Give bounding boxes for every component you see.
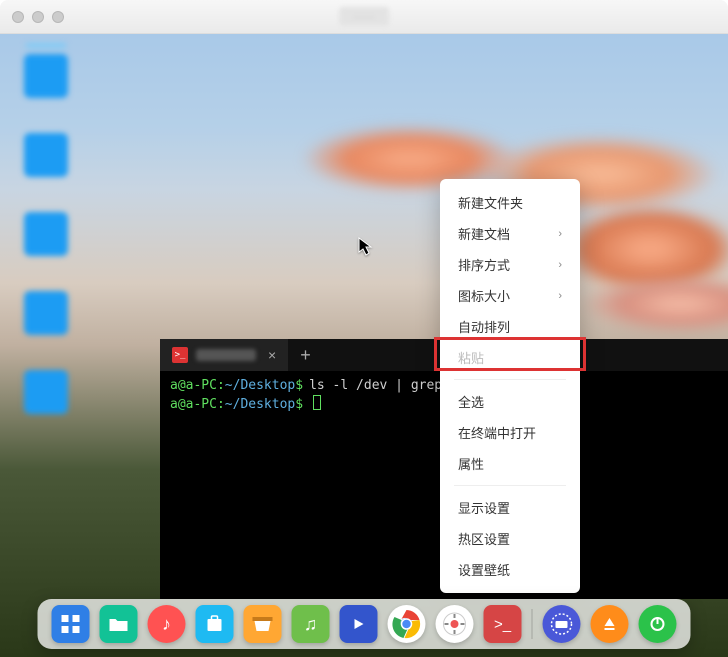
dock-terminal-icon[interactable]: >_ — [484, 605, 522, 643]
terminal-cursor — [313, 395, 321, 410]
close-window-button[interactable] — [12, 11, 24, 23]
chevron-right-icon: › — [558, 228, 562, 240]
ctx-item-label: 粘贴 — [458, 348, 484, 367]
desktop-icons — [24, 54, 68, 414]
chevron-right-icon: › — [558, 259, 562, 271]
ctx-item-label: 热区设置 — [458, 529, 510, 548]
note-icon: ♫ — [304, 615, 318, 633]
desktop-icon[interactable] — [24, 212, 68, 256]
ctx-new-document[interactable]: 新建文档 › — [440, 218, 580, 249]
ctx-item-label: 新建文件夹 — [458, 193, 523, 212]
dock-video-icon[interactable] — [340, 605, 378, 643]
ctx-item-label: 全选 — [458, 392, 484, 411]
prompt-path: ~/Desktop — [225, 397, 295, 412]
dock-files-icon[interactable] — [100, 605, 138, 643]
dock-separator — [532, 609, 533, 639]
menu-separator — [454, 379, 566, 380]
dock-chrome-icon[interactable] — [388, 605, 426, 643]
desktop-context-menu: 新建文件夹 新建文档 › 排序方式 › 图标大小 › 自动排列 粘贴 全选 — [440, 179, 580, 593]
music-note-icon: ♪ — [162, 615, 171, 633]
ctx-item-label: 图标大小 — [458, 286, 510, 305]
window-frame: ····· >_ × — [0, 0, 728, 657]
minimize-window-button[interactable] — [32, 11, 44, 23]
ctx-auto-arrange[interactable]: 自动排列 — [440, 311, 580, 342]
terminal-command: ls -l /dev | grep — [309, 378, 442, 393]
prompt-user: a@a-PC — [170, 378, 217, 393]
ctx-item-label: 在终端中打开 — [458, 423, 536, 442]
dock-settings-icon[interactable] — [436, 605, 474, 643]
prompt-path: ~/Desktop — [225, 378, 295, 393]
menu-separator — [454, 485, 566, 486]
desktop-icon[interactable] — [24, 54, 68, 98]
dock-media-icon[interactable]: ♫ — [292, 605, 330, 643]
desktop-icon[interactable] — [24, 133, 68, 177]
terminal-prompt-icon: >_ — [494, 617, 511, 632]
maximize-window-button[interactable] — [52, 11, 64, 23]
ctx-new-folder[interactable]: 新建文件夹 — [440, 187, 580, 218]
dock-appstore-icon[interactable] — [244, 605, 282, 643]
dock-store-icon[interactable] — [196, 605, 234, 643]
ctx-item-label: 显示设置 — [458, 498, 510, 517]
ctx-open-in-terminal[interactable]: 在终端中打开 — [440, 417, 580, 448]
window-controls — [12, 11, 64, 23]
ctx-item-label: 属性 — [458, 454, 484, 473]
ctx-display-settings[interactable]: 显示设置 — [440, 492, 580, 523]
dock-launcher-icon[interactable] — [52, 605, 90, 643]
ctx-set-wallpaper[interactable]: 设置壁纸 — [440, 554, 580, 585]
dock-disk-icon[interactable] — [591, 605, 629, 643]
window-title: ····· — [339, 7, 389, 26]
mouse-cursor — [358, 237, 374, 262]
terminal-icon: >_ — [172, 347, 188, 363]
ctx-hotzone-settings[interactable]: 热区设置 — [440, 523, 580, 554]
ctx-sort-by[interactable]: 排序方式 › — [440, 249, 580, 280]
dock-music-icon[interactable]: ♪ — [148, 605, 186, 643]
ctx-item-label: 自动排列 — [458, 317, 510, 336]
desktop-icon[interactable] — [24, 291, 68, 335]
desktop[interactable]: >_ × + a@a-PC:~/Desktop$ls -l /dev | gre… — [0, 34, 728, 657]
dock: ♪ ♫ — [38, 599, 691, 649]
titlebar: ····· — [0, 0, 728, 34]
terminal-tab[interactable]: >_ × — [160, 339, 288, 371]
new-tab-button[interactable]: + — [288, 345, 323, 366]
ctx-properties[interactable]: 属性 — [440, 448, 580, 479]
ctx-icon-size[interactable]: 图标大小 › — [440, 280, 580, 311]
ctx-select-all[interactable]: 全选 — [440, 386, 580, 417]
ctx-paste: 粘贴 — [440, 342, 580, 373]
ctx-item-label: 设置壁纸 — [458, 560, 510, 579]
ctx-item-label: 新建文档 — [458, 224, 510, 243]
close-tab-button[interactable]: × — [268, 347, 276, 363]
prompt-user: a@a-PC — [170, 397, 217, 412]
terminal-icon-glyph: >_ — [175, 350, 186, 360]
dock-keyboard-icon[interactable] — [543, 605, 581, 643]
dock-power-icon[interactable] — [639, 605, 677, 643]
chevron-right-icon: › — [558, 290, 562, 302]
desktop-icon[interactable] — [24, 370, 68, 414]
ctx-item-label: 排序方式 — [458, 255, 510, 274]
terminal-tab-title — [196, 349, 256, 361]
